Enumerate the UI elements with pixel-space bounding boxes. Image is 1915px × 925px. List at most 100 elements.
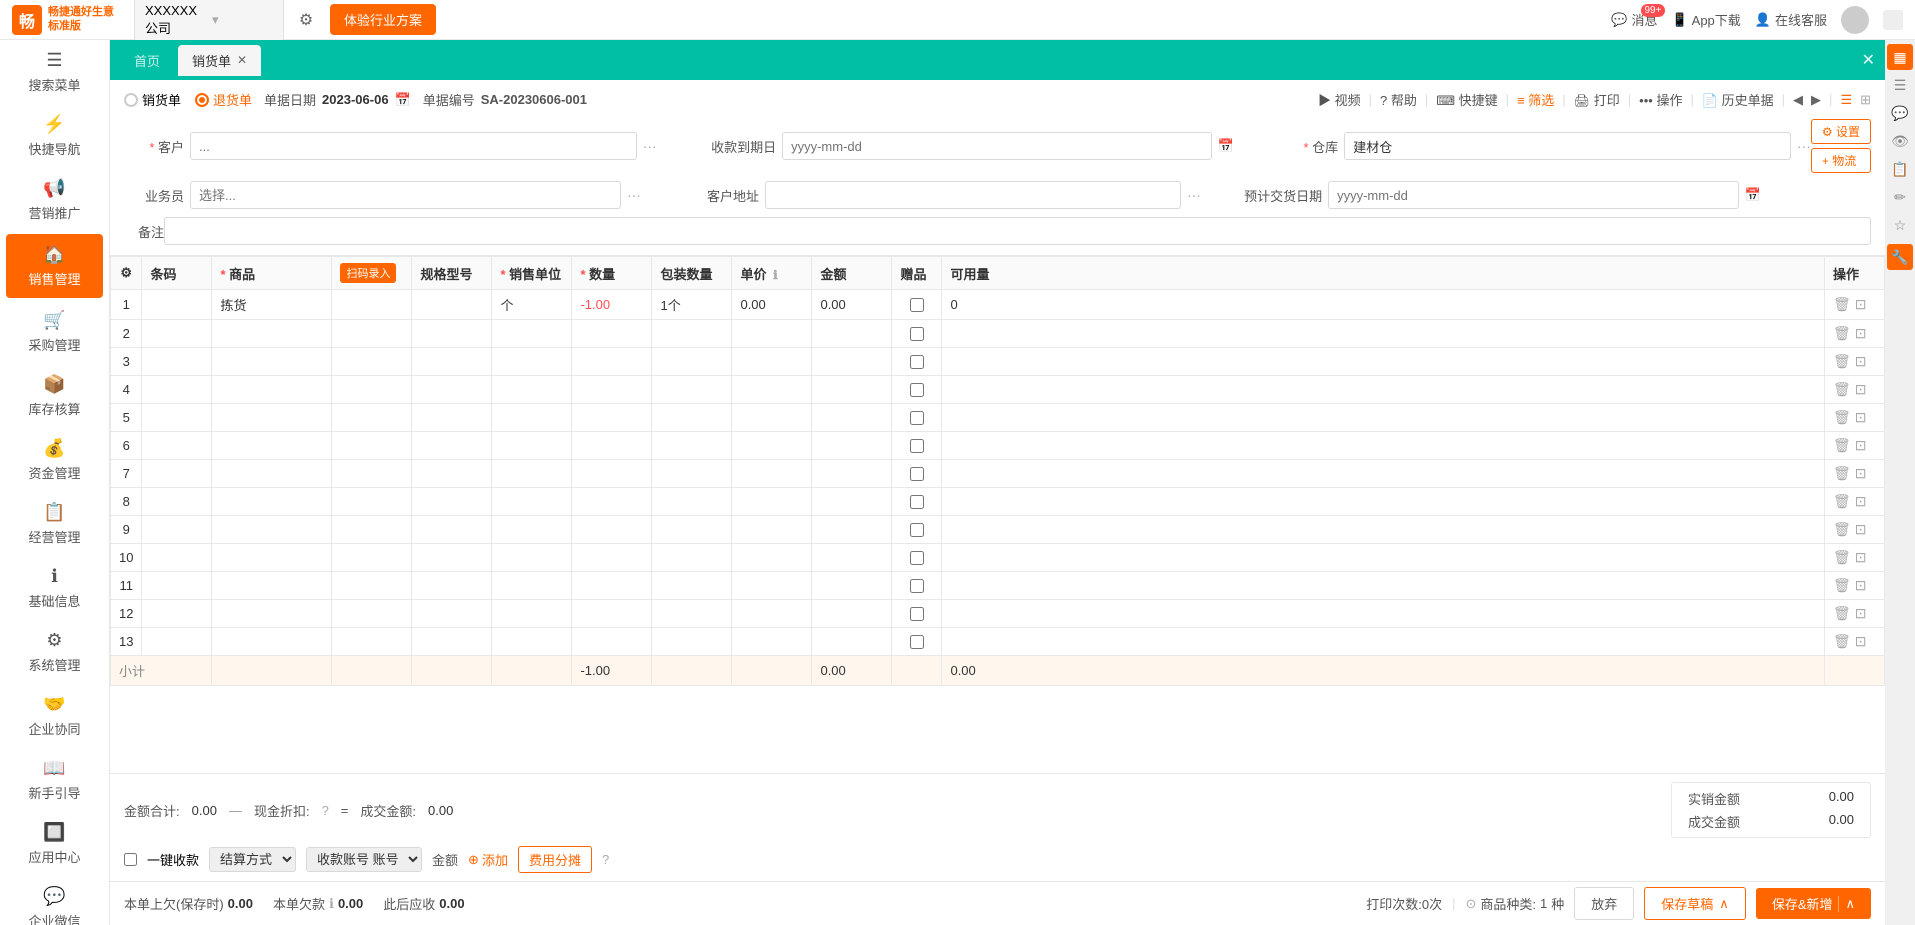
payment-date-calendar-icon[interactable]: 📅 <box>1218 138 1234 154</box>
scan-btn[interactable]: 扫码录入 <box>340 263 396 283</box>
row-barcode[interactable] <box>142 432 212 460</box>
sidebar-item-purchase[interactable]: 🛒 采购管理 <box>0 300 109 364</box>
delete-icon[interactable]: 🗑 <box>1833 521 1851 538</box>
discount-help-icon[interactable]: ? <box>322 803 329 818</box>
row-barcode[interactable] <box>142 320 212 348</box>
delete-icon[interactable]: 🗑 <box>1833 465 1851 482</box>
tab-home[interactable]: 首页 <box>120 45 174 76</box>
radio-return[interactable]: 退货单 <box>195 90 252 109</box>
rp-edit-btn[interactable]: ✏ <box>1887 184 1913 210</box>
sidebar-item-marketing[interactable]: 📢 营销推广 <box>0 168 109 232</box>
sidebar-item-finance[interactable]: 💰 资金管理 <box>0 428 109 492</box>
row-spec[interactable] <box>412 290 492 320</box>
online-service-btn[interactable]: 👤 在线客服 <box>1755 10 1827 29</box>
row-spec[interactable] <box>412 488 492 516</box>
row-spec[interactable] <box>412 544 492 572</box>
radio-sales[interactable]: 销货单 <box>124 90 181 109</box>
save-draft-btn[interactable]: 保存草稿 ∧ <box>1644 887 1746 920</box>
row-quantity[interactable] <box>572 460 652 488</box>
row-quantity[interactable] <box>572 320 652 348</box>
row-unit-price[interactable] <box>732 460 812 488</box>
rp-book-btn[interactable]: 📋 <box>1887 156 1913 182</box>
row-spec[interactable] <box>412 320 492 348</box>
row-barcode[interactable] <box>142 488 212 516</box>
settings-icon-btn[interactable]: ⚙ <box>292 6 320 34</box>
row-quantity[interactable] <box>572 600 652 628</box>
row-product[interactable] <box>212 432 332 460</box>
row-product[interactable] <box>212 488 332 516</box>
row-spec[interactable] <box>412 460 492 488</box>
row-gift[interactable] <box>892 376 942 404</box>
video-btn[interactable]: ▶ 视频 <box>1318 90 1361 109</box>
row-spec[interactable] <box>412 628 492 656</box>
row-quantity[interactable] <box>572 516 652 544</box>
row-quantity[interactable] <box>572 404 652 432</box>
operation-btn[interactable]: ••• 操作 <box>1639 90 1682 109</box>
goods-count[interactable]: ⊙ 商品种类: 1 种 <box>1465 894 1564 913</box>
row-gift[interactable] <box>892 432 942 460</box>
rp-comment-btn[interactable]: 💬 <box>1887 100 1913 126</box>
row-barcode[interactable] <box>142 544 212 572</box>
row-spec[interactable] <box>412 348 492 376</box>
shortcut-btn[interactable]: ⌨ 快捷键 <box>1436 90 1497 109</box>
rp-star-btn[interactable]: ☆ <box>1887 212 1913 238</box>
delete-icon[interactable]: 🗑 <box>1833 493 1851 510</box>
warehouse-input[interactable] <box>1344 132 1791 160</box>
row-product[interactable] <box>212 544 332 572</box>
row-spec[interactable] <box>412 572 492 600</box>
sidebar-item-inventory[interactable]: 📦 库存核算 <box>0 364 109 428</box>
row-product[interactable] <box>212 376 332 404</box>
delete-icon[interactable]: 🗑 <box>1833 577 1851 594</box>
sidebar-item-collab[interactable]: 🤝 企业协同 <box>0 684 109 748</box>
row-product[interactable] <box>212 460 332 488</box>
delete-icon[interactable]: 🗑 <box>1833 296 1851 313</box>
sidebar-item-basic-info[interactable]: ℹ 基础信息 <box>0 556 109 620</box>
unit-price-info-icon[interactable]: ℹ <box>773 268 778 282</box>
row-spec[interactable] <box>412 404 492 432</box>
help-btn[interactable]: ? 帮助 <box>1380 90 1417 109</box>
sidebar-item-app-center[interactable]: 🔲 应用中心 <box>0 812 109 876</box>
row-unit-price[interactable] <box>732 544 812 572</box>
row-unit-price[interactable] <box>732 376 812 404</box>
discard-btn[interactable]: 放弃 <box>1574 887 1634 920</box>
row-spec[interactable] <box>412 432 492 460</box>
row-quantity[interactable]: -1.00 <box>572 290 652 320</box>
row-gift[interactable] <box>892 290 942 320</box>
row-quantity[interactable] <box>572 432 652 460</box>
row-gift[interactable] <box>892 572 942 600</box>
expected-date-input[interactable] <box>1328 181 1739 209</box>
setting-btn[interactable]: ⚙ 设置 <box>1811 119 1871 144</box>
copy-icon[interactable]: ⊡ <box>1855 381 1867 398</box>
view-grid-btn[interactable]: ⊞ <box>1860 92 1871 108</box>
delete-icon[interactable]: 🗑 <box>1833 409 1851 426</box>
fee-split-btn[interactable]: 费用分摊 <box>518 846 592 873</box>
filter-btn[interactable]: ≡ 筛选 <box>1517 90 1554 109</box>
row-barcode[interactable] <box>142 628 212 656</box>
copy-icon[interactable]: ⊡ <box>1855 493 1867 510</box>
delete-icon[interactable]: 🗑 <box>1833 549 1851 566</box>
customer-dots-btn[interactable]: ··· <box>643 138 657 154</box>
row-unit-price[interactable] <box>732 320 812 348</box>
delete-icon[interactable]: 🗑 <box>1833 633 1851 650</box>
rp-grid-view-btn[interactable]: ▦ <box>1887 44 1913 70</box>
rp-list-view-btn[interactable]: ☰ <box>1887 72 1913 98</box>
table-wrapper[interactable]: ⚙ 条码 * 商品 扫码录入 规格型号 * 销售单位 * 数量 包装数量 单价 … <box>110 256 1885 773</box>
row-barcode[interactable] <box>142 348 212 376</box>
copy-icon[interactable]: ⊡ <box>1855 605 1867 622</box>
delete-icon[interactable]: 🗑 <box>1833 605 1851 622</box>
th-gear[interactable]: ⚙ <box>111 257 142 290</box>
row-unit-price[interactable] <box>732 348 812 376</box>
delete-icon[interactable]: 🗑 <box>1833 353 1851 370</box>
copy-icon[interactable]: ⊡ <box>1855 577 1867 594</box>
row-quantity[interactable] <box>572 544 652 572</box>
row-barcode[interactable] <box>142 600 212 628</box>
sidebar-item-weixin[interactable]: 💬 企业微信 <box>0 876 109 925</box>
rp-orange-action-btn[interactable]: 🔧 <box>1887 244 1913 270</box>
row-product[interactable] <box>212 348 332 376</box>
row-barcode[interactable] <box>142 290 212 320</box>
row-product[interactable] <box>212 600 332 628</box>
company-selector[interactable]: XXXXXX公司 ▾ <box>134 0 284 42</box>
row-unit-price[interactable] <box>732 432 812 460</box>
row-unit-price[interactable] <box>732 404 812 432</box>
total-owe-info-icon[interactable]: ℹ <box>329 896 334 912</box>
